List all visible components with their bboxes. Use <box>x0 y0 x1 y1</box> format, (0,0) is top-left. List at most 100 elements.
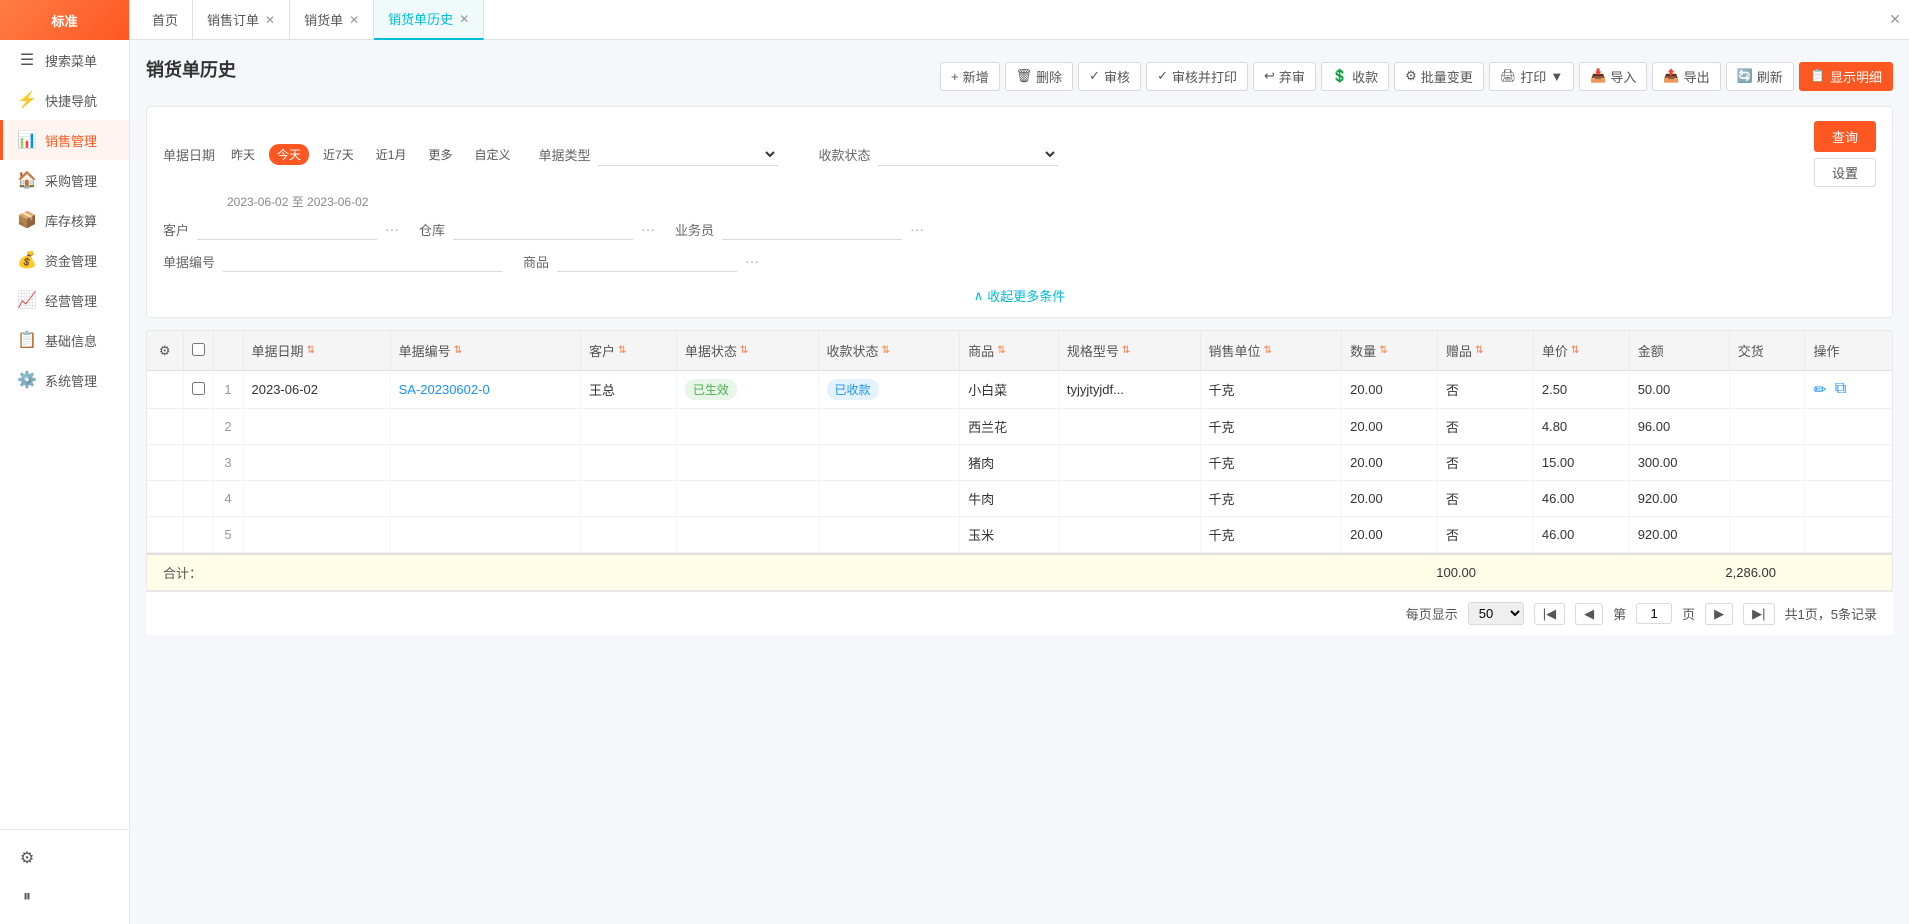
next-page-btn[interactable]: ▶ <box>1705 603 1733 625</box>
customer-dots-btn[interactable]: ··· <box>385 221 399 237</box>
collapse-filter-btn[interactable]: ∧ 收起更多条件 <box>163 282 1876 309</box>
staff-dots-btn[interactable]: ··· <box>910 221 924 237</box>
set-button[interactable]: 设置 <box>1814 158 1876 187</box>
date-tag-custom[interactable]: 自定义 <box>466 144 518 165</box>
sidebar-item-finance-mgmt[interactable]: 💰 资金管理 <box>0 240 129 280</box>
action-cell[interactable] <box>1805 481 1892 517</box>
col-unit[interactable]: 销售单位 ⇅ <box>1200 331 1342 371</box>
tab-close-sales-order[interactable]: ✕ <box>265 13 275 27</box>
print-button[interactable]: 🖨 打印 ▼ <box>1489 62 1574 91</box>
col-doc-status[interactable]: 单据状态 ⇅ <box>676 331 818 371</box>
page-size-select[interactable]: 20 50 100 200 <box>1468 602 1524 625</box>
col-doc-date[interactable]: 单据日期 ⇅ <box>243 331 390 371</box>
action-cell[interactable] <box>1805 445 1892 481</box>
checkbox-cell[interactable] <box>183 481 213 517</box>
amount-cell: 50.00 <box>1629 371 1729 409</box>
doc-date-sort-icon: ⇅ <box>307 345 315 356</box>
col-checkbox[interactable] <box>183 331 213 371</box>
audit-button[interactable]: ✓ 审核 <box>1078 62 1141 91</box>
warehouse-dots-btn[interactable]: ··· <box>641 221 655 237</box>
audit-print-button[interactable]: ✓ 审核并打印 <box>1146 62 1248 91</box>
sys-mgmt-icon: ⚙️ <box>17 370 37 390</box>
filter-payment-status-select[interactable] <box>878 142 1058 166</box>
tab-close-sales-delivery[interactable]: ✕ <box>349 13 359 27</box>
sidebar-item-inventory[interactable]: 📦 库存核算 <box>0 200 129 240</box>
first-page-btn[interactable]: |◀ <box>1534 603 1565 625</box>
filter-doc-type-select[interactable] <box>598 142 778 166</box>
sidebar-item-sales-mgmt[interactable]: 📊 销售管理 <box>0 120 129 160</box>
filter-product-input[interactable] <box>557 250 737 272</box>
sidebar-item-purchase-mgmt[interactable]: 🏠 采购管理 <box>0 160 129 200</box>
doc-no-cell[interactable] <box>390 445 580 481</box>
import-button[interactable]: 📥 导入 <box>1579 62 1647 91</box>
sidebar-item-search-menu[interactable]: ☰ 搜索菜单 <box>0 40 129 80</box>
date-tag-1month[interactable]: 近1月 <box>368 144 415 165</box>
product-dots-btn[interactable]: ··· <box>745 253 759 269</box>
col-unit-price[interactable]: 单价 ⇅ <box>1533 331 1629 371</box>
col-product[interactable]: 商品 ⇅ <box>960 331 1059 371</box>
tab-sales-history[interactable]: 销货单历史 ✕ <box>374 0 484 40</box>
col-gift[interactable]: 赠品 ⇅ <box>1438 331 1534 371</box>
filter-warehouse-input[interactable] <box>453 218 633 240</box>
filter-docno-input[interactable] <box>223 250 503 272</box>
payment-status-cell <box>818 409 960 445</box>
refresh-button[interactable]: 🔄 刷新 <box>1726 62 1794 91</box>
doc-no-cell[interactable]: SA-20230602-0 <box>390 371 580 409</box>
edit-icon[interactable]: ✏ <box>1813 380 1826 400</box>
date-tag-today[interactable]: 今天 <box>269 144 309 165</box>
settings-gear-icon[interactable]: ⚙ <box>159 343 171 358</box>
sidebar-item-base-info[interactable]: 📋 基础信息 <box>0 320 129 360</box>
topbar-close-btn[interactable]: ✕ <box>1889 11 1901 28</box>
query-button[interactable]: 查询 <box>1814 121 1876 152</box>
abandon-button[interactable]: ↩ 弃审 <box>1253 62 1316 91</box>
tab-home[interactable]: 首页 <box>138 0 193 40</box>
col-payment-status[interactable]: 收款状态 ⇅ <box>818 331 960 371</box>
action-cell[interactable] <box>1805 409 1892 445</box>
date-tag-more[interactable]: 更多 <box>420 144 460 165</box>
select-all-checkbox[interactable] <box>192 343 205 356</box>
doc-no-link[interactable]: SA-20230602-0 <box>399 382 490 397</box>
sidebar-item-quick-nav[interactable]: ⚡ 快捷导航 <box>0 80 129 120</box>
date-tag-7days[interactable]: 近7天 <box>315 144 362 165</box>
col-doc-no[interactable]: 单据编号 ⇅ <box>390 331 580 371</box>
audit-print-icon: ✓ <box>1157 68 1168 84</box>
batch-change-button[interactable]: ⚙ 批量变更 <box>1394 62 1484 91</box>
checkbox-cell[interactable] <box>183 409 213 445</box>
filter-customer-input[interactable] <box>197 218 377 240</box>
row-checkbox[interactable] <box>192 382 205 395</box>
action-cell[interactable] <box>1805 517 1892 553</box>
add-button[interactable]: + 新增 <box>940 62 1000 91</box>
prev-page-btn[interactable]: ◀ <box>1575 603 1603 625</box>
export-button[interactable]: 📤 导出 <box>1652 62 1720 91</box>
filter-staff-input[interactable] <box>722 218 902 240</box>
filter-payment-status-item: 收款状态 <box>818 142 1078 166</box>
sidebar-item-operation-mgmt[interactable]: 📈 经营管理 <box>0 280 129 320</box>
sidebar-item-settings[interactable]: ⚙ <box>0 838 129 878</box>
sidebar-item-collapse[interactable]: ⏸ <box>0 878 129 916</box>
last-page-btn[interactable]: ▶| <box>1743 603 1774 625</box>
date-tag-yesterday[interactable]: 昨天 <box>223 144 263 165</box>
collect-button[interactable]: 💲 收款 <box>1321 62 1389 91</box>
col-quantity[interactable]: 数量 ⇅ <box>1342 331 1438 371</box>
action-cell[interactable]: ✏⧉ <box>1805 371 1892 409</box>
filter-warehouse-label: 仓库 <box>419 220 445 239</box>
tab-sales-delivery[interactable]: 销货单 ✕ <box>290 0 374 40</box>
tab-sales-order[interactable]: 销售订单 ✕ <box>193 0 290 40</box>
doc-no-cell[interactable] <box>390 409 580 445</box>
checkbox-cell[interactable] <box>183 371 213 409</box>
checkbox-cell[interactable] <box>183 517 213 553</box>
doc-no-cell[interactable] <box>390 517 580 553</box>
col-spec[interactable]: 规格型号 ⇅ <box>1058 331 1200 371</box>
delete-button[interactable]: 🗑 删除 <box>1005 62 1074 91</box>
doc-status-cell <box>676 409 818 445</box>
page-number-input[interactable] <box>1636 603 1672 624</box>
doc-date-cell <box>243 409 390 445</box>
tab-close-sales-history[interactable]: ✕ <box>459 12 469 26</box>
doc-no-cell[interactable] <box>390 481 580 517</box>
copy-icon[interactable]: ⧉ <box>1835 380 1846 400</box>
sidebar-item-sys-mgmt[interactable]: ⚙️ 系统管理 <box>0 360 129 400</box>
col-customer[interactable]: 客户 ⇅ <box>581 331 677 371</box>
col-settings[interactable]: ⚙ <box>147 331 183 371</box>
checkbox-cell[interactable] <box>183 445 213 481</box>
show-detail-button[interactable]: 📋 显示明细 <box>1799 62 1893 91</box>
